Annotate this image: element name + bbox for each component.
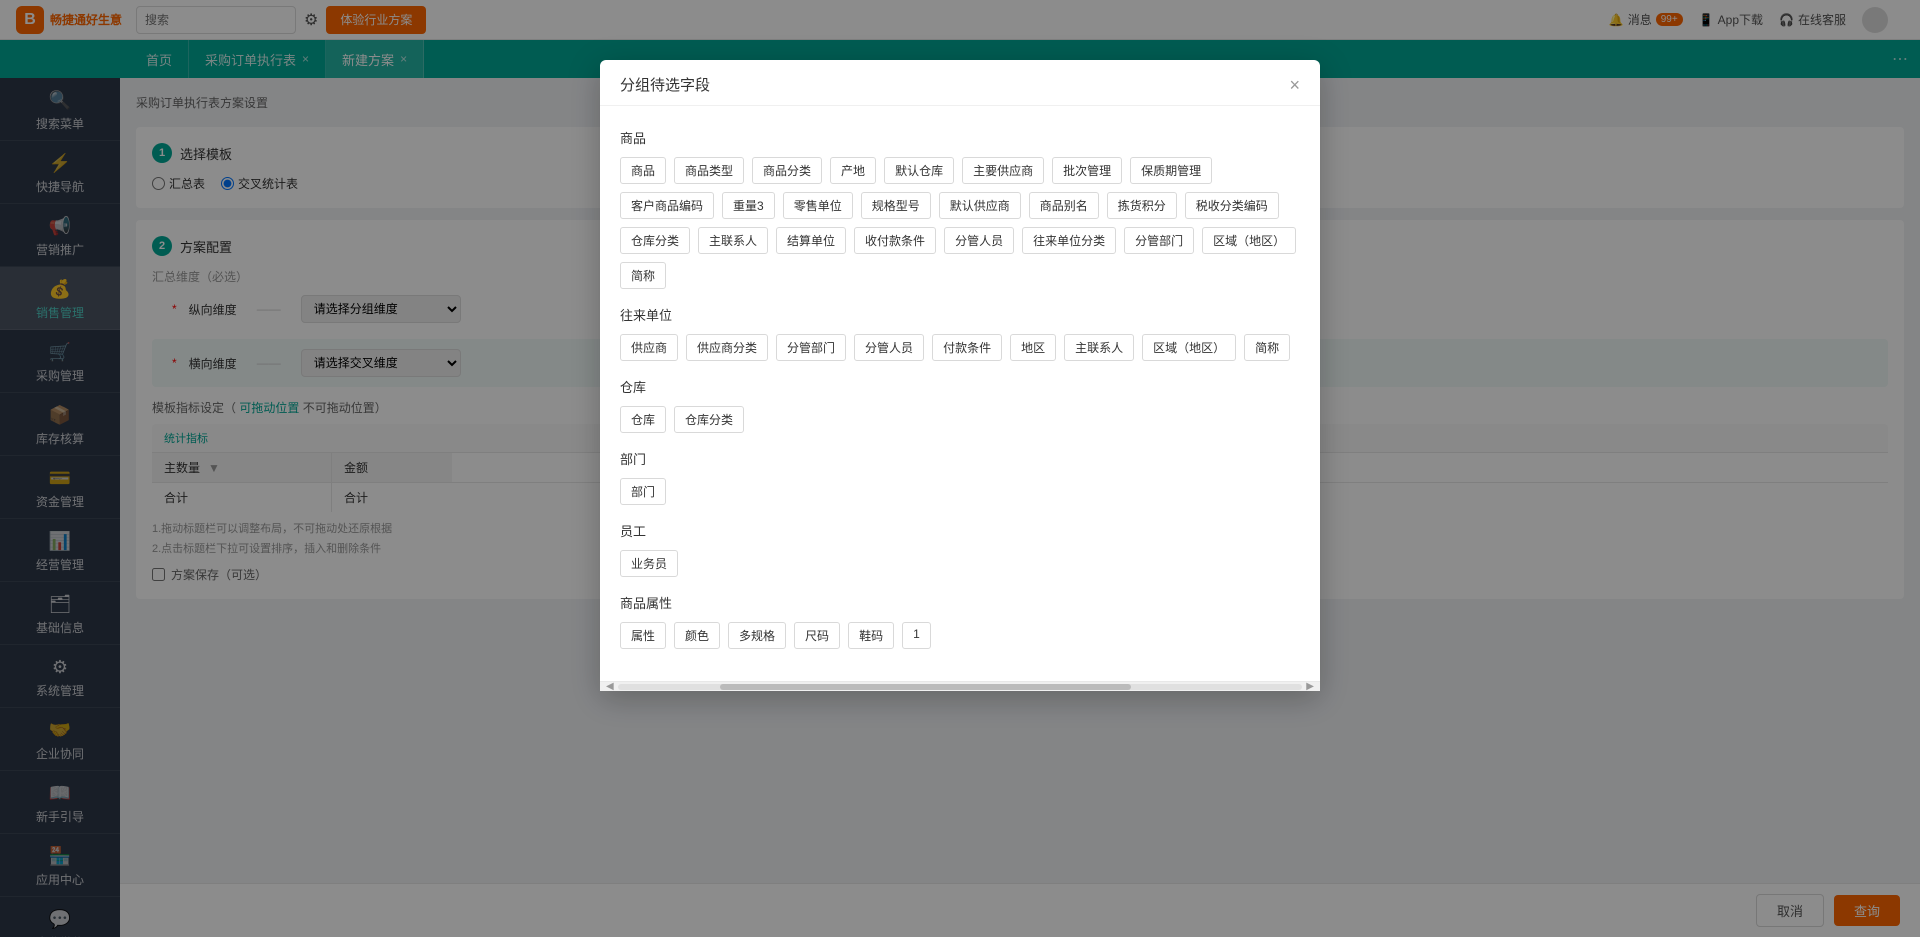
- field-group-title-4: 员工: [620, 521, 1300, 540]
- field-tag-0-2[interactable]: 商品分类: [752, 157, 822, 184]
- field-tag-1-3[interactable]: 分管人员: [854, 334, 924, 361]
- field-tag-0-5[interactable]: 主要供应商: [962, 157, 1044, 184]
- field-tag-0-14[interactable]: 拣货积分: [1107, 192, 1177, 219]
- field-tag-2-1[interactable]: 仓库分类: [674, 406, 744, 433]
- field-tags-row-2: 仓库仓库分类: [620, 406, 1300, 433]
- field-tag-0-18[interactable]: 结算单位: [776, 227, 846, 254]
- hscroll-thumb[interactable]: [720, 684, 1131, 690]
- modal-body: 商品商品商品类型商品分类产地默认仓库主要供应商批次管理保质期管理客户商品编码重量…: [600, 106, 1320, 681]
- field-tag-0-8[interactable]: 客户商品编码: [620, 192, 714, 219]
- modal-hscroll: ◀ ▶: [600, 681, 1320, 691]
- field-tag-1-8[interactable]: 简称: [1244, 334, 1290, 361]
- field-tag-0-15[interactable]: 税收分类编码: [1185, 192, 1279, 219]
- field-tag-1-2[interactable]: 分管部门: [776, 334, 846, 361]
- field-tag-0-12[interactable]: 默认供应商: [939, 192, 1021, 219]
- field-tag-0-16[interactable]: 仓库分类: [620, 227, 690, 254]
- field-tag-0-3[interactable]: 产地: [830, 157, 876, 184]
- field-tag-0-10[interactable]: 零售单位: [783, 192, 853, 219]
- field-tag-0-19[interactable]: 收付款条件: [854, 227, 936, 254]
- field-tag-1-1[interactable]: 供应商分类: [686, 334, 768, 361]
- modal-title: 分组待选字段: [620, 74, 710, 95]
- field-tag-0-13[interactable]: 商品别名: [1029, 192, 1099, 219]
- field-tag-0-23[interactable]: 区域（地区）: [1202, 227, 1296, 254]
- field-tags-row-5: 属性颜色多规格尺码鞋码 1: [620, 622, 1300, 649]
- hscroll-right[interactable]: ▶: [1302, 681, 1318, 692]
- field-tag-0-21[interactable]: 往来单位分类: [1022, 227, 1116, 254]
- field-group-title-1: 往来单位: [620, 305, 1300, 324]
- field-tag-1-6[interactable]: 主联系人: [1064, 334, 1134, 361]
- field-tag-4-0[interactable]: 业务员: [620, 550, 678, 577]
- modal-header: 分组待选字段 ×: [600, 60, 1320, 106]
- field-tag-1-5[interactable]: 地区: [1010, 334, 1056, 361]
- field-tag-1-7[interactable]: 区域（地区）: [1142, 334, 1236, 361]
- field-tag-3-0[interactable]: 部门: [620, 478, 666, 505]
- field-tag-0-22[interactable]: 分管部门: [1124, 227, 1194, 254]
- field-tag-1-0[interactable]: 供应商: [620, 334, 678, 361]
- field-tag-0-4[interactable]: 默认仓库: [884, 157, 954, 184]
- field-tag-0-6[interactable]: 批次管理: [1052, 157, 1122, 184]
- field-tags-row-3: 部门: [620, 478, 1300, 505]
- field-tag-0-20[interactable]: 分管人员: [944, 227, 1014, 254]
- field-tag-2-0[interactable]: 仓库: [620, 406, 666, 433]
- field-tags-row-1: 供应商供应商分类分管部门分管人员付款条件地区主联系人区域（地区） 简称: [620, 334, 1300, 361]
- modal-close-btn[interactable]: ×: [1289, 76, 1300, 94]
- field-tag-0-24[interactable]: 简称: [620, 262, 666, 289]
- field-tag-5-3[interactable]: 尺码: [794, 622, 840, 649]
- field-tag-0-9[interactable]: 重量3: [722, 192, 775, 219]
- field-group-title-5: 商品属性: [620, 593, 1300, 612]
- field-tag-0-0[interactable]: 商品: [620, 157, 666, 184]
- field-tag-5-4[interactable]: 鞋码: [848, 622, 894, 649]
- field-tag-5-2[interactable]: 多规格: [728, 622, 786, 649]
- field-tag-5-5[interactable]: 1: [902, 622, 931, 649]
- field-tags-row-0: 商品商品类型商品分类产地默认仓库主要供应商批次管理保质期管理客户商品编码重量3 零…: [620, 157, 1300, 289]
- field-tag-0-1[interactable]: 商品类型: [674, 157, 744, 184]
- field-tag-0-17[interactable]: 主联系人: [698, 227, 768, 254]
- field-group-title-3: 部门: [620, 449, 1300, 468]
- modal: 分组待选字段 × 商品商品商品类型商品分类产地默认仓库主要供应商批次管理保质期管…: [600, 60, 1320, 691]
- modal-overlay: 分组待选字段 × 商品商品商品类型商品分类产地默认仓库主要供应商批次管理保质期管…: [0, 0, 1920, 937]
- hscroll-left[interactable]: ◀: [602, 681, 618, 692]
- field-group-title-2: 仓库: [620, 377, 1300, 396]
- field-group-title-0: 商品: [620, 128, 1300, 147]
- field-tag-5-1[interactable]: 颜色: [674, 622, 720, 649]
- field-tag-5-0[interactable]: 属性: [620, 622, 666, 649]
- field-tag-0-7[interactable]: 保质期管理: [1130, 157, 1212, 184]
- field-tags-row-4: 业务员: [620, 550, 1300, 577]
- field-tag-1-4[interactable]: 付款条件: [932, 334, 1002, 361]
- field-tag-0-11[interactable]: 规格型号: [861, 192, 931, 219]
